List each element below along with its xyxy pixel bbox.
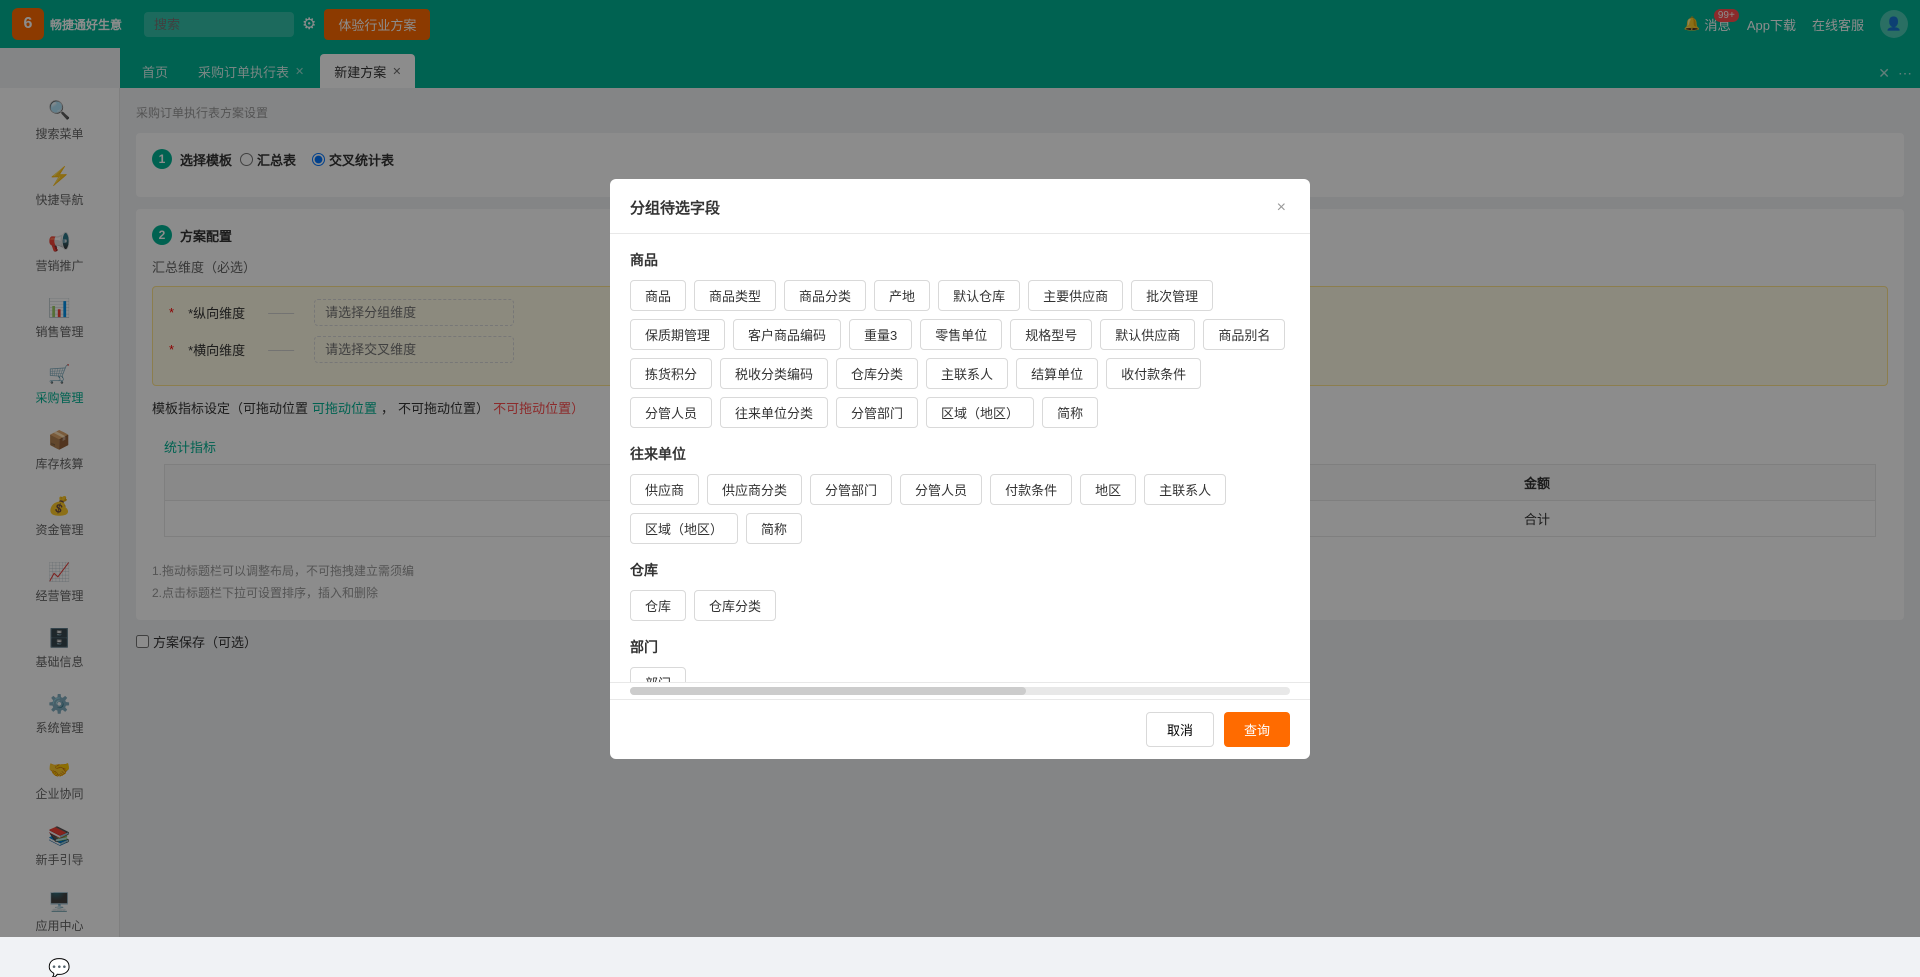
modal-footer: 取消 查询 xyxy=(610,699,1310,759)
field-chips-warehouse: 仓库仓库分类 xyxy=(630,590,1290,621)
field-chip-goods-7[interactable]: 保质期管理 xyxy=(630,319,725,350)
field-chip-counterpart-4[interactable]: 付款条件 xyxy=(990,474,1072,505)
field-chip-goods-2[interactable]: 商品分类 xyxy=(784,280,866,311)
field-chip-goods-14[interactable]: 拣货积分 xyxy=(630,358,712,389)
field-chip-goods-11[interactable]: 规格型号 xyxy=(1010,319,1092,350)
field-group-warehouse: 仓库仓库仓库分类 xyxy=(630,560,1290,621)
field-group-title-warehouse: 仓库 xyxy=(630,560,1290,580)
field-chip-counterpart-5[interactable]: 地区 xyxy=(1080,474,1136,505)
field-chip-warehouse-1[interactable]: 仓库分类 xyxy=(694,590,776,621)
confirm-button[interactable]: 查询 xyxy=(1224,712,1290,747)
field-chip-goods-19[interactable]: 收付款条件 xyxy=(1106,358,1201,389)
field-group-title-goods: 商品 xyxy=(630,250,1290,270)
field-chip-goods-4[interactable]: 默认仓库 xyxy=(938,280,1020,311)
field-chip-goods-9[interactable]: 重量3 xyxy=(849,319,912,350)
field-chip-goods-24[interactable]: 简称 xyxy=(1042,397,1098,428)
field-chip-goods-10[interactable]: 零售单位 xyxy=(920,319,1002,350)
field-chip-goods-16[interactable]: 仓库分类 xyxy=(836,358,918,389)
field-chips-goods: 商品商品类型商品分类产地默认仓库主要供应商批次管理保质期管理客户商品编码重量3 零… xyxy=(630,280,1290,428)
field-chip-counterpart-0[interactable]: 供应商 xyxy=(630,474,699,505)
modal-close-button[interactable]: × xyxy=(1273,195,1290,221)
field-chip-goods-23[interactable]: 区域（地区） xyxy=(926,397,1034,428)
field-chip-goods-5[interactable]: 主要供应商 xyxy=(1028,280,1123,311)
field-chips-department: 部门 xyxy=(630,667,1290,682)
field-chip-goods-15[interactable]: 税收分类编码 xyxy=(720,358,828,389)
field-chip-counterpart-3[interactable]: 分管人员 xyxy=(900,474,982,505)
field-chip-goods-22[interactable]: 分管部门 xyxy=(836,397,918,428)
field-chip-counterpart-6[interactable]: 主联系人 xyxy=(1144,474,1226,505)
field-chip-counterpart-8[interactable]: 简称 xyxy=(746,513,802,544)
field-chip-goods-17[interactable]: 主联系人 xyxy=(926,358,1008,389)
field-chips-counterpart: 供应商供应商分类分管部门分管人员付款条件地区主联系人区域（地区） 简称 xyxy=(630,474,1290,544)
hscroll-bar xyxy=(630,687,1290,695)
field-chip-goods-18[interactable]: 结算单位 xyxy=(1016,358,1098,389)
field-chip-counterpart-7[interactable]: 区域（地区） xyxy=(630,513,738,544)
field-chip-goods-6[interactable]: 批次管理 xyxy=(1131,280,1213,311)
modal-body[interactable]: 商品商品商品类型商品分类产地默认仓库主要供应商批次管理保质期管理客户商品编码重量… xyxy=(610,234,1310,682)
modal-overlay: 分组待选字段 × 商品商品商品类型商品分类产地默认仓库主要供应商批次管理保质期管… xyxy=(0,0,1920,937)
modal-header: 分组待选字段 × xyxy=(610,179,1310,234)
modal-title: 分组待选字段 xyxy=(630,197,720,218)
field-group-department: 部门部门 xyxy=(630,637,1290,682)
field-groups-container: 商品商品商品类型商品分类产地默认仓库主要供应商批次管理保质期管理客户商品编码重量… xyxy=(630,250,1290,682)
field-group-title-department: 部门 xyxy=(630,637,1290,657)
field-chip-goods-20[interactable]: 分管人员 xyxy=(630,397,712,428)
field-chip-goods-3[interactable]: 产地 xyxy=(874,280,930,311)
field-chip-goods-21[interactable]: 往来单位分类 xyxy=(720,397,828,428)
field-selector-modal: 分组待选字段 × 商品商品商品类型商品分类产地默认仓库主要供应商批次管理保质期管… xyxy=(610,179,1310,759)
field-chip-goods-12[interactable]: 默认供应商 xyxy=(1100,319,1195,350)
field-chip-goods-8[interactable]: 客户商品编码 xyxy=(733,319,841,350)
field-chip-warehouse-0[interactable]: 仓库 xyxy=(630,590,686,621)
field-chip-department-0[interactable]: 部门 xyxy=(630,667,686,682)
field-chip-counterpart-1[interactable]: 供应商分类 xyxy=(707,474,802,505)
field-chip-counterpart-2[interactable]: 分管部门 xyxy=(810,474,892,505)
cancel-button[interactable]: 取消 xyxy=(1146,712,1214,747)
modal-hscroll xyxy=(610,682,1310,699)
field-group-goods: 商品商品商品类型商品分类产地默认仓库主要供应商批次管理保质期管理客户商品编码重量… xyxy=(630,250,1290,428)
field-group-title-counterpart: 往来单位 xyxy=(630,444,1290,464)
field-chip-goods-13[interactable]: 商品别名 xyxy=(1203,319,1285,350)
hscroll-thumb xyxy=(630,687,1026,695)
field-chip-goods-0[interactable]: 商品 xyxy=(630,280,686,311)
field-group-counterpart: 往来单位供应商供应商分类分管部门分管人员付款条件地区主联系人区域（地区） 简称 xyxy=(630,444,1290,544)
field-chip-goods-1[interactable]: 商品类型 xyxy=(694,280,776,311)
